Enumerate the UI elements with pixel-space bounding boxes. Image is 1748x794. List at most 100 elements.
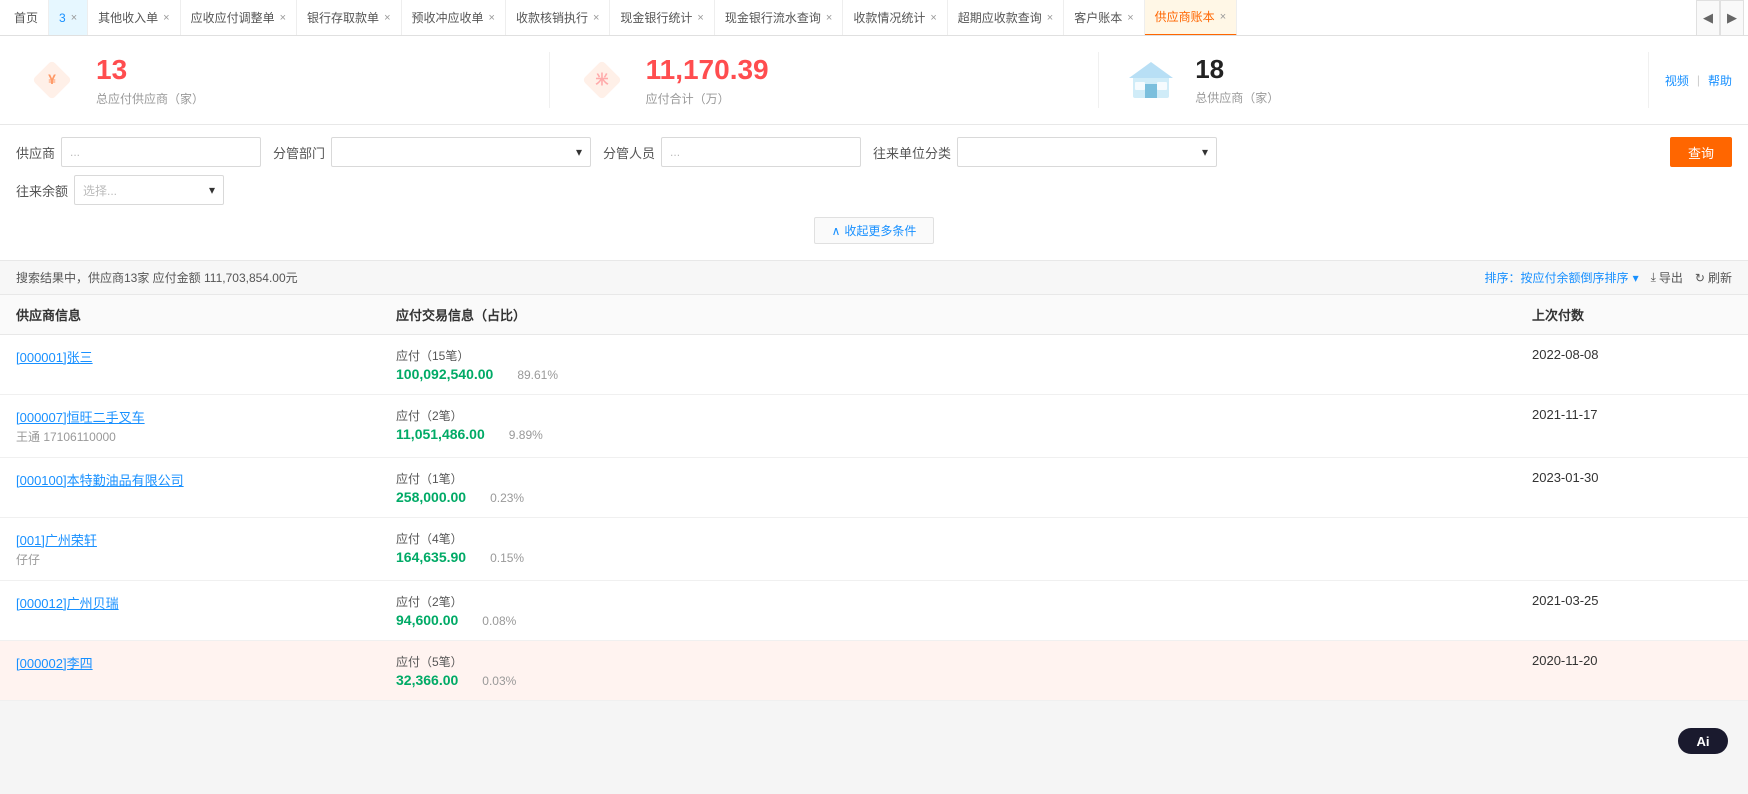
- lastpay-date-0: 2022-08-08: [1532, 347, 1599, 362]
- close-tab-overdue-ar-query[interactable]: ×: [1047, 12, 1053, 24]
- supplier-name-4[interactable]: [000012]广州贝瑞: [16, 593, 396, 612]
- summary-text-payable-suppliers: 13 总应付供应商（家）: [96, 53, 204, 108]
- table-row: [000100]本特勤油品有限公司 应付（1笔） 258,000.00 0.23…: [0, 458, 1748, 518]
- close-tab-receipt-stat[interactable]: ×: [930, 12, 936, 24]
- collapse-label: 收起更多条件: [844, 222, 916, 239]
- person-input[interactable]: ...: [661, 137, 861, 167]
- close-tab-cash-flow-query[interactable]: ×: [826, 12, 832, 24]
- nav-tab-pre-receive[interactable]: 预收冲应收单 ×: [402, 0, 506, 36]
- dept-select[interactable]: ▾: [331, 137, 591, 167]
- tx-row-0: 100,092,540.00 89.61%: [396, 366, 1532, 382]
- transaction-cell-1: 应付（2笔） 11,051,486.00 9.89%: [396, 407, 1532, 442]
- close-tab-other-income[interactable]: ×: [163, 12, 169, 24]
- col-header-supplier: 供应商信息: [16, 305, 396, 324]
- category-label: 往来单位分类: [873, 143, 951, 162]
- supplier-name-0[interactable]: [000001]张三: [16, 347, 396, 366]
- supplier-name-1[interactable]: [000007]恒旺二手叉车: [16, 407, 396, 426]
- result-info: 搜索结果中，供应商13家 应付金额 111,703,854.00元: [16, 269, 298, 286]
- ai-button[interactable]: Ai: [1678, 728, 1728, 754]
- filter-person: 分管人员 ...: [603, 137, 861, 167]
- close-tab-customer-book[interactable]: ×: [1127, 12, 1133, 24]
- lastpay-date-2: 2023-01-30: [1532, 470, 1599, 485]
- export-button[interactable]: ⤓ 导出: [1651, 269, 1683, 286]
- top-nav: 首页 3 × 其他收入单 × 应收应付调整单 × 银行存取款单 × 预收冲应收单…: [0, 0, 1748, 36]
- tx-amount-1[interactable]: 11,051,486.00: [396, 426, 485, 442]
- tx-row-4: 94,600.00 0.08%: [396, 612, 1532, 628]
- nav-tab-receipt-stat[interactable]: 收款情况统计 ×: [843, 0, 947, 36]
- supplier-cell-3: [001]广州荣轩 仔仔: [16, 530, 396, 568]
- table-row: [001]广州荣轩 仔仔 应付（4笔） 164,635.90 0.15%: [0, 518, 1748, 581]
- tx-amount-0[interactable]: 100,092,540.00: [396, 366, 493, 382]
- nav-tab-overdue-ar-query[interactable]: 超期应收款查询 ×: [948, 0, 1064, 36]
- filter-area: 供应商 ... 分管部门 ▾ 分管人员 ... 往来单位分类 ▾ 查询: [0, 125, 1748, 261]
- supplier-input[interactable]: ...: [61, 137, 261, 167]
- lastpay-date-5: 2020-11-20: [1532, 653, 1598, 668]
- nav-tab-cash-bank-stat[interactable]: 现金银行统计 ×: [610, 0, 714, 36]
- nav-tab-receipt-verify[interactable]: 收款核销执行 ×: [506, 0, 610, 36]
- lastpay-cell-2: 2023-01-30: [1532, 470, 1732, 485]
- supplier-name-3[interactable]: [001]广州荣轩: [16, 530, 396, 549]
- category-select[interactable]: ▾: [957, 137, 1217, 167]
- close-tab-3[interactable]: ×: [71, 12, 77, 24]
- nav-tab-customer-book[interactable]: 客户账本 ×: [1064, 0, 1144, 36]
- balance-select[interactable]: 选择... ▾: [74, 175, 224, 205]
- summary-bar: ¥ 13 总应付供应商（家） 米 11,170.39 应付合计（万）: [0, 36, 1748, 125]
- refresh-label: 刷新: [1708, 269, 1732, 286]
- sort-button[interactable]: 排序：按应付余额倒序排序 ▾: [1485, 269, 1639, 286]
- nav-tab-3[interactable]: 3 ×: [49, 0, 88, 36]
- nav-prev-arrow[interactable]: ◀: [1696, 0, 1720, 36]
- close-tab-bank-deposit[interactable]: ×: [384, 12, 390, 24]
- transaction-cell-4: 应付（2笔） 94,600.00 0.08%: [396, 593, 1532, 628]
- collapse-btn-container: ∧ 收起更多条件: [16, 213, 1732, 252]
- transaction-cell-0: 应付（15笔） 100,092,540.00 89.61%: [396, 347, 1532, 382]
- filter-balance: 往来余额 选择... ▾: [16, 175, 224, 205]
- tx-percent-0: 89.61%: [517, 368, 558, 382]
- tx-amount-4[interactable]: 94,600.00: [396, 612, 458, 628]
- tx-amount-2[interactable]: 258,000.00: [396, 489, 466, 505]
- table-row: [000007]恒旺二手叉车 王通 17106110000 应付（2笔） 11,…: [0, 395, 1748, 458]
- refresh-button[interactable]: ↻ 刷新: [1695, 269, 1732, 286]
- collapse-button[interactable]: ∧ 收起更多条件: [814, 217, 934, 244]
- store-icon: [1123, 52, 1179, 108]
- tx-label-2: 应付（1笔）: [396, 470, 1532, 487]
- nav-tab-home[interactable]: 首页: [4, 0, 49, 36]
- tx-label-4: 应付（2笔）: [396, 593, 1532, 610]
- close-tab-cash-bank-stat[interactable]: ×: [697, 12, 703, 24]
- dept-label: 分管部门: [273, 143, 325, 162]
- close-tab-ar-ap-adjust[interactable]: ×: [280, 12, 286, 24]
- filter-supplier: 供应商 ...: [16, 137, 261, 167]
- close-tab-receipt-verify[interactable]: ×: [593, 12, 599, 24]
- supplier-label: 供应商: [16, 143, 55, 162]
- summary-card-payable-amount: 米 11,170.39 应付合计（万）: [550, 52, 1100, 108]
- collapse-up-icon: ∧: [832, 224, 841, 238]
- tx-amount-3[interactable]: 164,635.90: [396, 549, 466, 565]
- help-link[interactable]: 帮助: [1708, 72, 1732, 89]
- search-button[interactable]: 查询: [1670, 137, 1732, 167]
- nav-next-arrow[interactable]: ▶: [1720, 0, 1744, 36]
- lastpay-cell-0: 2022-08-08: [1532, 347, 1732, 362]
- tx-amount-5[interactable]: 32,366.00: [396, 672, 458, 688]
- filter-row-1: 供应商 ... 分管部门 ▾ 分管人员 ... 往来单位分类 ▾ 查询: [16, 137, 1732, 167]
- tx-row-2: 258,000.00 0.23%: [396, 489, 1532, 505]
- close-tab-pre-receive[interactable]: ×: [489, 12, 495, 24]
- tx-percent-3: 0.15%: [490, 551, 524, 565]
- supplier-cell-5: [000002]李四: [16, 653, 396, 672]
- tx-label-0: 应付（15笔）: [396, 347, 1532, 364]
- nav-tab-ar-ap-adjust[interactable]: 应收应付调整单 ×: [181, 0, 297, 36]
- result-bar: 搜索结果中，供应商13家 应付金额 111,703,854.00元 排序：按应付…: [0, 261, 1748, 295]
- video-link[interactable]: 视频: [1665, 72, 1689, 89]
- refresh-icon: ↻: [1695, 271, 1705, 285]
- filter-dept: 分管部门 ▾: [273, 137, 591, 167]
- ai-label: Ai: [1697, 734, 1710, 749]
- nav-tab-other-income[interactable]: 其他收入单 ×: [88, 0, 180, 36]
- dept-chevron: ▾: [576, 145, 582, 159]
- supplier-name-2[interactable]: [000100]本特勤油品有限公司: [16, 470, 396, 489]
- close-tab-supplier-book[interactable]: ×: [1220, 11, 1226, 23]
- supplier-name-5[interactable]: [000002]李四: [16, 653, 396, 672]
- divider: |: [1697, 73, 1700, 87]
- lastpay-date-4: 2021-03-25: [1532, 593, 1599, 608]
- nav-tab-bank-deposit[interactable]: 银行存取款单 ×: [297, 0, 401, 36]
- tx-row-1: 11,051,486.00 9.89%: [396, 426, 1532, 442]
- nav-tab-cash-flow-query[interactable]: 现金银行流水查询 ×: [715, 0, 843, 36]
- nav-tab-supplier-book[interactable]: 供应商账本 ×: [1145, 0, 1237, 36]
